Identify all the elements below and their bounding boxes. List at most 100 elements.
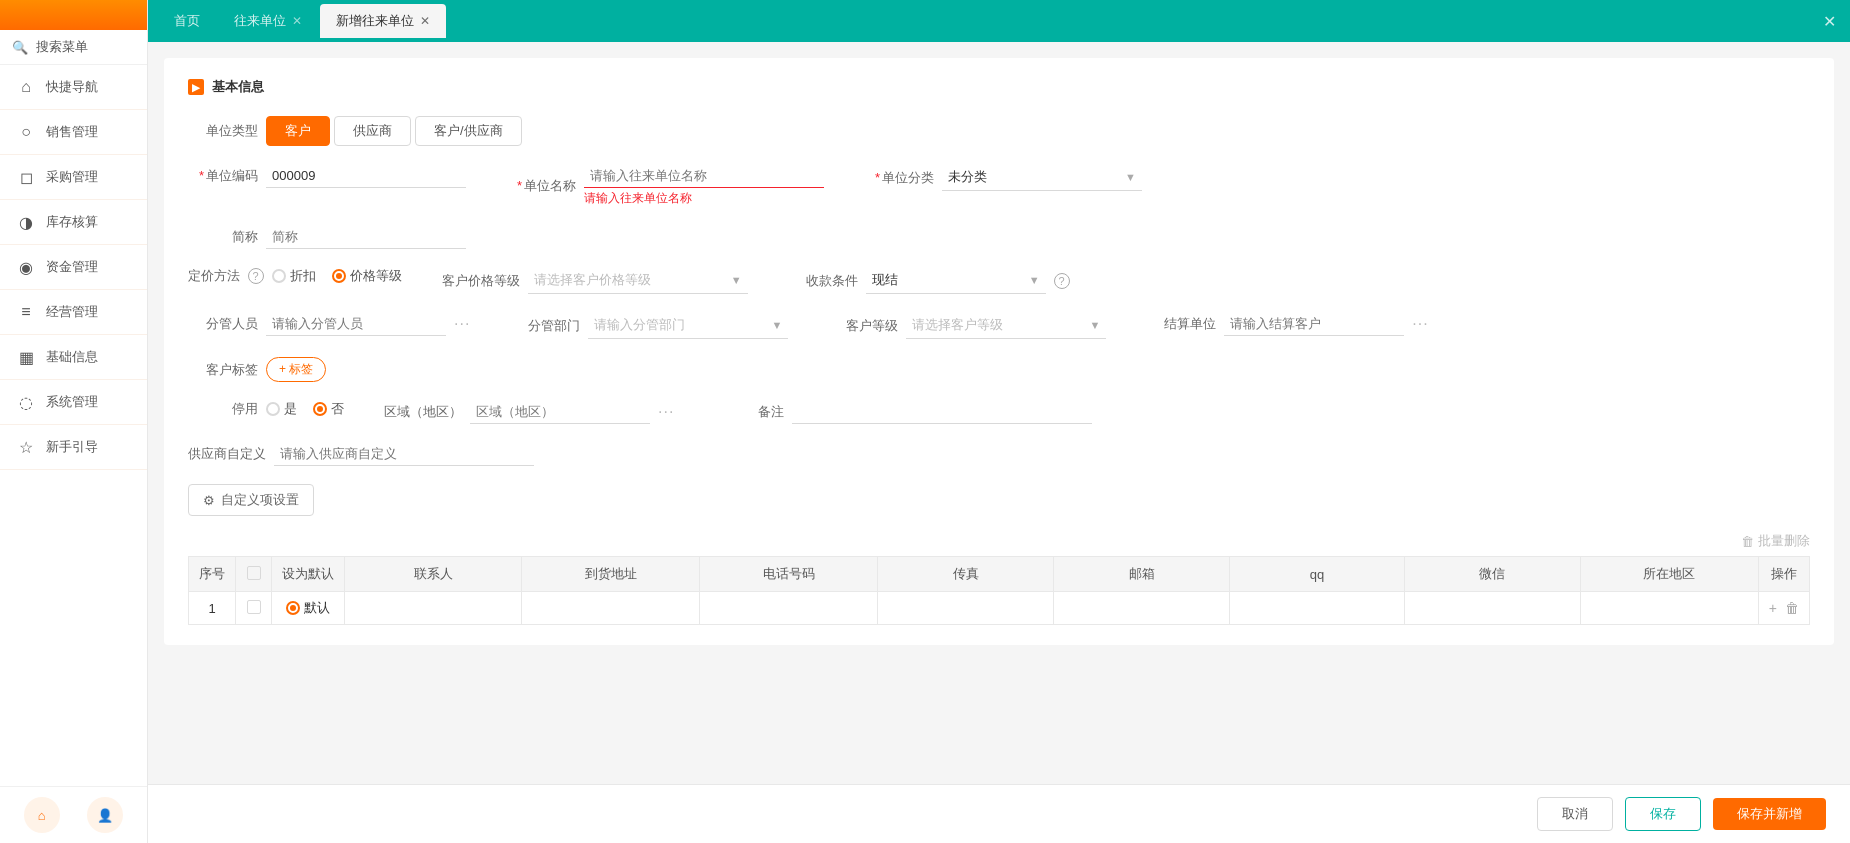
sidebar-bottom: ⌂ 👤 xyxy=(0,786,147,843)
qq-input[interactable] xyxy=(1240,601,1394,616)
unit-code-group: *单位编码 xyxy=(188,164,466,188)
row-actions: + 🗑 xyxy=(1769,600,1799,616)
pricing-method-radios: 折扣 价格等级 xyxy=(272,267,402,285)
type-btn-supplier[interactable]: 供应商 xyxy=(334,116,411,146)
col-region: 所在地区 xyxy=(1580,557,1758,592)
cell-default: 默认 xyxy=(272,592,345,625)
radio-discount[interactable]: 折扣 xyxy=(272,267,316,285)
supplier-custom-input[interactable] xyxy=(274,442,534,466)
sidebar-item-basic[interactable]: ▦基础信息 xyxy=(0,335,147,380)
radio-price-level[interactable]: 价格等级 xyxy=(332,267,402,285)
sidebar-item-quick-nav[interactable]: ⌂快捷导航 xyxy=(0,65,147,110)
manager-more-btn[interactable]: ··· xyxy=(454,315,470,333)
tab-partners[interactable]: 往来单位 ✕ xyxy=(218,4,318,38)
manager-input[interactable] xyxy=(266,312,446,336)
tab-close-btn[interactable]: ✕ xyxy=(420,14,430,28)
sidebar-item-finance[interactable]: ◉资金管理 xyxy=(0,245,147,290)
batch-delete-icon: 🗑 xyxy=(1741,534,1754,549)
batch-delete-label[interactable]: 批量删除 xyxy=(1758,532,1810,550)
customer-price-level-placeholder: 请选择客户价格等级 xyxy=(534,271,651,289)
cell-address xyxy=(522,592,700,625)
tab-home[interactable]: 首页 xyxy=(158,4,216,38)
customer-level-select[interactable]: 请选择客户等级 ▼ xyxy=(906,312,1106,339)
customer-price-level-select[interactable]: 请选择客户价格等级 ▼ xyxy=(528,267,748,294)
department-select[interactable]: 请输入分管部门 ▼ xyxy=(588,312,788,339)
radio-yes-circle xyxy=(266,402,280,416)
short-name-input[interactable] xyxy=(266,225,466,249)
delete-row-btn[interactable]: 🗑 xyxy=(1785,600,1799,616)
region-table-input[interactable] xyxy=(1591,601,1748,616)
unit-category-select[interactable]: 未分类 ▼ xyxy=(942,164,1142,191)
region-label: 区域（地区） xyxy=(384,403,462,421)
remark-input[interactable] xyxy=(792,400,1092,424)
sidebar-item-label: 销售管理 xyxy=(46,123,98,141)
sidebar-item-operations[interactable]: ≡ 经营管理 xyxy=(0,290,147,335)
sidebar: 🔍 搜索菜单 ⌂快捷导航○销售管理◻采购管理◑库存核算◉资金管理 ≡ 经营管理 ▦基础… xyxy=(0,0,148,843)
tab-new-partner[interactable]: 新增往来单位 ✕ xyxy=(320,4,446,38)
settlement-unit-input[interactable] xyxy=(1224,312,1404,336)
help-icon[interactable]: ? xyxy=(248,268,264,284)
tab-label: 新增往来单位 xyxy=(336,12,414,30)
disable-row: 停用 是 否 区 xyxy=(188,400,1810,424)
settlement-unit-more-btn[interactable]: ··· xyxy=(1412,315,1428,333)
sidebar-item-inventory[interactable]: ◑库存核算 xyxy=(0,200,147,245)
col-checkbox xyxy=(236,557,272,592)
cancel-button[interactable]: 取消 xyxy=(1537,797,1613,831)
tag-add-button[interactable]: + 标签 xyxy=(266,357,326,382)
cell-contact xyxy=(345,592,522,625)
sidebar-user-btn[interactable]: 👤 xyxy=(87,797,123,833)
code-name-row: *单位编码 *单位名称 请输入往来单位名称 *单位分类 xyxy=(188,164,1810,207)
contact-input[interactable] xyxy=(355,601,511,616)
radio-no[interactable]: 否 xyxy=(313,400,344,418)
payment-terms-value: 现结 xyxy=(872,271,898,289)
fax-input[interactable] xyxy=(888,601,1043,616)
window-close-button[interactable]: ✕ xyxy=(1823,12,1836,31)
save-button[interactable]: 保存 xyxy=(1625,797,1701,831)
unit-code-input[interactable] xyxy=(266,164,466,188)
sidebar-item-guide[interactable]: ☆新手引导 xyxy=(0,425,147,470)
sidebar-item-sales[interactable]: ○销售管理 xyxy=(0,110,147,155)
email-input[interactable] xyxy=(1064,601,1219,616)
unit-type-row: 单位类型 客户 供应商 客户/供应商 xyxy=(188,116,1810,146)
sidebar-item-system[interactable]: ◌系统管理 xyxy=(0,380,147,425)
phone-input[interactable] xyxy=(710,601,867,616)
manager-label: 分管人员 xyxy=(188,315,258,333)
cell-checkbox xyxy=(236,592,272,625)
address-input[interactable] xyxy=(532,601,689,616)
pricing-method-label: 定价方法 ? xyxy=(188,267,264,285)
sidebar-item-purchase[interactable]: ◻采购管理 xyxy=(0,155,147,200)
search-menu-button[interactable]: 🔍 搜索菜单 xyxy=(0,30,147,65)
section-title-icon: ▶ xyxy=(188,79,204,95)
tab-close-btn[interactable]: ✕ xyxy=(292,14,302,28)
select-all-checkbox[interactable] xyxy=(247,566,261,580)
add-row-btn[interactable]: + xyxy=(1769,600,1777,616)
col-email: 邮箱 xyxy=(1054,557,1230,592)
region-input[interactable] xyxy=(470,400,650,424)
payment-terms-select[interactable]: 现结 ▼ xyxy=(866,267,1046,294)
operations-icon: ≡ xyxy=(16,302,36,322)
chevron-down-icon-4: ▼ xyxy=(771,319,782,331)
disable-radios: 是 否 xyxy=(266,400,344,418)
row-checkbox[interactable] xyxy=(247,600,261,614)
custom-settings-button[interactable]: ⚙ 自定义项设置 xyxy=(188,484,314,516)
tags-row: 客户标签 + 标签 xyxy=(188,357,1810,382)
unit-name-input[interactable] xyxy=(584,164,824,188)
sidebar-item-label: 经营管理 xyxy=(46,303,98,321)
unit-name-wrap: 请输入往来单位名称 xyxy=(584,164,824,207)
type-btn-customer[interactable]: 客户 xyxy=(266,116,330,146)
wechat-input[interactable] xyxy=(1415,601,1570,616)
col-phone: 电话号码 xyxy=(700,557,878,592)
col-qq: qq xyxy=(1230,557,1405,592)
unit-type-buttons: 客户 供应商 客户/供应商 xyxy=(266,116,522,146)
sidebar-home-btn[interactable]: ⌂ xyxy=(24,797,60,833)
payment-terms-help-icon[interactable]: ? xyxy=(1054,273,1070,289)
unit-type-group: 单位类型 客户 供应商 客户/供应商 xyxy=(188,116,522,146)
chevron-down-icon-3: ▼ xyxy=(1029,274,1040,286)
radio-yes[interactable]: 是 xyxy=(266,400,297,418)
radio-dot xyxy=(336,273,342,279)
region-more-btn[interactable]: ··· xyxy=(658,403,674,421)
type-btn-both[interactable]: 客户/供应商 xyxy=(415,116,522,146)
save-new-button[interactable]: 保存并新增 xyxy=(1713,798,1826,830)
pricing-row: 定价方法 ? 折扣 价格等级 xyxy=(188,267,1810,294)
row-default-radio[interactable] xyxy=(286,601,300,615)
